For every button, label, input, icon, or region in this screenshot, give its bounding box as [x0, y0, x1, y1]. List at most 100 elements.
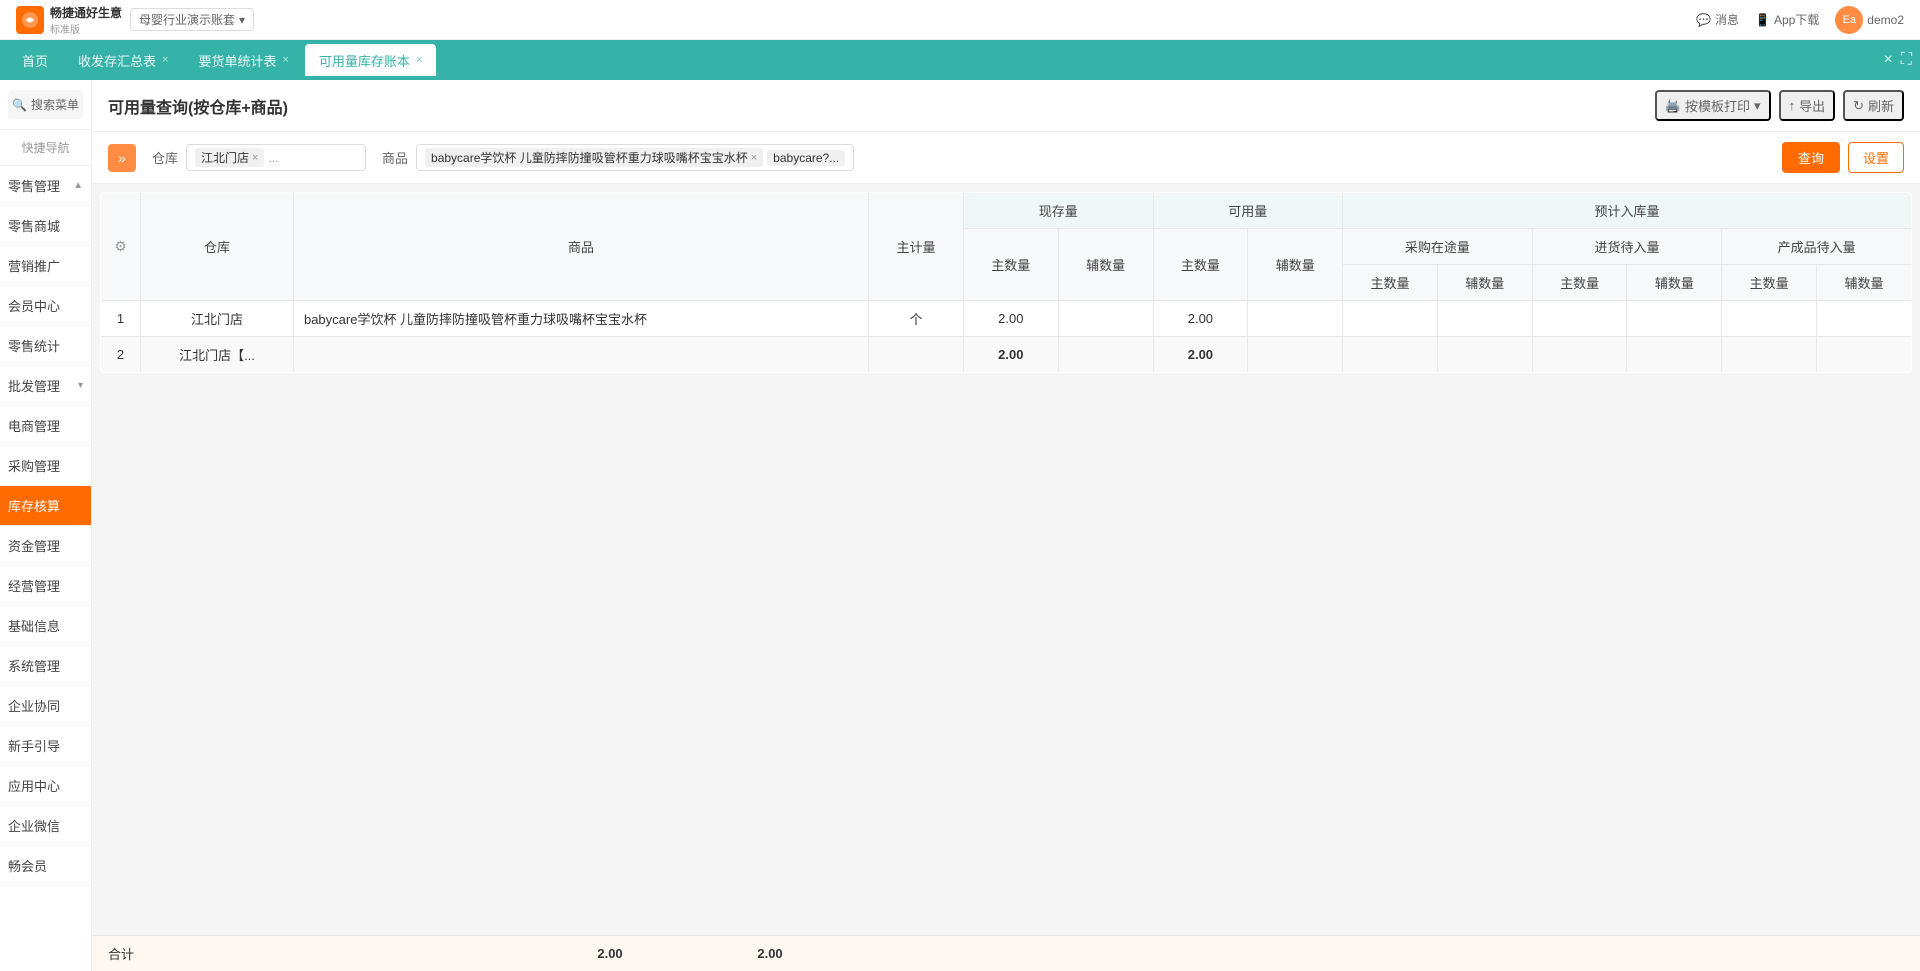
sidebar-item-basic-info[interactable]: 基础信息: [0, 606, 91, 646]
data-table: ⚙ 仓库 商品 主计量 现存量 可用量 预计入库量 主数量 辅数量 主数量 辅数…: [100, 192, 1912, 373]
brand-icon: [16, 6, 44, 34]
top-bar-left: 畅捷通好生意 标准版 母婴行业演示账套 ▾: [16, 4, 254, 36]
export-btn[interactable]: ↑ 导出: [1779, 90, 1836, 121]
sidebar-item-retail-mgmt[interactable]: 零售管理 ▲: [0, 166, 91, 206]
download-icon: 📱: [1755, 13, 1770, 27]
th-available-aux: 辅数量: [1248, 229, 1343, 301]
sidebar-item-retail-store[interactable]: 零售商城: [0, 206, 91, 246]
warehouse-filter-more[interactable]: ...: [268, 151, 278, 165]
td-production-aux-2: [1817, 337, 1912, 373]
sidebar-item-app-center[interactable]: 应用中心: [0, 766, 91, 806]
warehouse-filter: 仓库 江北门店 × ...: [152, 144, 366, 171]
th-settings[interactable]: ⚙: [101, 193, 141, 301]
app-download-action[interactable]: 📱 App下载: [1755, 11, 1819, 28]
product-tag-close-1[interactable]: ×: [751, 152, 757, 164]
th-purchase-aux: 辅数量: [1437, 265, 1532, 301]
refresh-icon: ↻: [1853, 98, 1864, 114]
td-available-aux-2: [1248, 337, 1343, 373]
sidebar-item-ecom-mgmt[interactable]: 电商管理: [0, 406, 91, 446]
filter-expand-btn[interactable]: »: [108, 144, 136, 172]
th-warehouse: 仓库: [141, 193, 294, 301]
td-seq-2: 2: [101, 337, 141, 373]
td-available-main-1: 2.00: [1153, 301, 1248, 337]
warehouse-tags[interactable]: 江北门店 × ...: [186, 144, 366, 171]
sidebar-item-enterprise-coop[interactable]: 企业协同: [0, 686, 91, 726]
query-button[interactable]: 查询: [1782, 142, 1840, 173]
td-current-main-1: 2.00: [963, 301, 1058, 337]
template-print-btn[interactable]: 🖨️ 按模板打印 ▾: [1655, 90, 1771, 121]
total-values-row: 2.00 2.00: [150, 946, 1904, 961]
td-purchase-main-2: [1343, 337, 1438, 373]
sidebar: 🔍 搜索菜单 快捷导航 零售管理 ▲ 零售商城 营销推广 会员中心 零售统计 批…: [0, 80, 92, 971]
table-row: 1 江北门店 babycare学饮杯 儿童防摔防撞吸管杯重力球吸嘴杯宝宝水杯 个…: [101, 301, 1912, 337]
sidebar-item-wholesale-mgmt[interactable]: 批发管理 ▾: [0, 366, 91, 406]
td-production-main-2: [1722, 337, 1817, 373]
table-container[interactable]: ⚙ 仓库 商品 主计量 现存量 可用量 预计入库量 主数量 辅数量 主数量 辅数…: [92, 184, 1920, 935]
th-main-unit: 主计量: [869, 193, 964, 301]
page-header-actions: 🖨️ 按模板打印 ▾ ↑ 导出 ↻ 刷新: [1655, 90, 1904, 131]
th-purchase-transit: 采购在途量: [1343, 229, 1533, 265]
sidebar-item-finance-mgmt[interactable]: 资金管理: [0, 526, 91, 566]
warehouse-tag-close[interactable]: ×: [252, 152, 258, 164]
filter-bar: » 仓库 江北门店 × ... 商品 babycare学饮杯 儿童防摔防撞吸管杯…: [92, 132, 1920, 184]
th-production-main: 主数量: [1722, 265, 1817, 301]
td-current-aux-1: [1058, 301, 1153, 337]
td-production-main-1: [1722, 301, 1817, 337]
industry-selector[interactable]: 母婴行业演示账套 ▾: [130, 8, 254, 31]
td-warehouse-1: 江北门店: [141, 301, 294, 337]
print-icon: 🖨️: [1665, 98, 1681, 114]
message-icon: 💬: [1696, 13, 1711, 27]
sidebar-item-retail-stats[interactable]: 零售统计: [0, 326, 91, 366]
tab-order-stats[interactable]: 要货单统计表 ×: [184, 44, 302, 76]
th-planned-in: 预计入库量: [1343, 193, 1912, 229]
th-current-aux: 辅数量: [1058, 229, 1153, 301]
brand-text: 畅捷通好生意 标准版: [50, 4, 122, 36]
chevron-down-icon: ▾: [239, 13, 245, 27]
tab-close-order-stats[interactable]: ×: [282, 54, 288, 66]
sidebar-item-marketing[interactable]: 营销推广: [0, 246, 91, 286]
product-tag-babycare: babycare学饮杯 儿童防摔防撞吸管杯重力球吸嘴杯宝宝水杯 ×: [425, 148, 763, 167]
th-incoming-pending: 进货待入量: [1532, 229, 1722, 265]
td-purchase-main-1: [1343, 301, 1438, 337]
td-current-aux-2: [1058, 337, 1153, 373]
sidebar-item-new-guide[interactable]: 新手引导: [0, 726, 91, 766]
total-label: 合计: [108, 944, 134, 963]
td-incoming-main-1: [1532, 301, 1627, 337]
product-tags[interactable]: babycare学饮杯 儿童防摔防撞吸管杯重力球吸嘴杯宝宝水杯 × babyca…: [416, 144, 854, 171]
sidebar-item-member-plus[interactable]: 畅会员: [0, 846, 91, 886]
refresh-btn[interactable]: ↻ 刷新: [1843, 90, 1904, 121]
th-purchase-main: 主数量: [1343, 265, 1438, 301]
search-menu-button[interactable]: 🔍 搜索菜单: [8, 90, 83, 119]
td-purchase-aux-2: [1437, 337, 1532, 373]
th-available: 可用量: [1153, 193, 1343, 229]
tab-close-all-btn[interactable]: ×: [1883, 51, 1892, 69]
top-bar-right: 💬 消息 📱 App下载 Ea demo2: [1696, 6, 1904, 34]
sidebar-item-system-mgmt[interactable]: 系统管理: [0, 646, 91, 686]
sidebar-search-section: 🔍 搜索菜单: [0, 80, 91, 130]
tab-receive-summary[interactable]: 收发存汇总表 ×: [64, 44, 182, 76]
tab-expand-btn[interactable]: ⛶: [1901, 51, 1912, 69]
chevron-icon-2: ▾: [78, 380, 83, 391]
tab-home[interactable]: 首页: [8, 44, 62, 76]
top-bar: 畅捷通好生意 标准版 母婴行业演示账套 ▾ 💬 消息 📱 App下载 Ea de…: [0, 0, 1920, 40]
sidebar-item-purchase-mgmt[interactable]: 采购管理: [0, 446, 91, 486]
sidebar-item-quick-nav[interactable]: 快捷导航: [0, 130, 91, 166]
td-purchase-aux-1: [1437, 301, 1532, 337]
th-product: 商品: [293, 193, 868, 301]
export-icon: ↑: [1789, 98, 1796, 113]
td-available-aux-1: [1248, 301, 1343, 337]
tab-close-receive-summary[interactable]: ×: [162, 54, 168, 66]
tab-close-available-stock[interactable]: ×: [416, 54, 422, 66]
sidebar-item-member[interactable]: 会员中心: [0, 286, 91, 326]
settings-button[interactable]: 设置: [1848, 142, 1904, 173]
sidebar-item-ops-mgmt[interactable]: 经营管理: [0, 566, 91, 606]
table-row: 2 江北门店【... 2.00 2.00: [101, 337, 1912, 373]
sidebar-item-stock-check[interactable]: 库存核算: [0, 486, 91, 526]
th-production-pending: 产成品待入量: [1722, 229, 1912, 265]
user-profile[interactable]: Ea demo2: [1835, 6, 1904, 34]
tab-available-stock[interactable]: 可用量库存账本 ×: [305, 44, 436, 76]
message-action[interactable]: 💬 消息: [1696, 11, 1739, 28]
product-tag-babycare2: babycare?...: [767, 150, 845, 166]
td-warehouse-2: 江北门店【...: [141, 337, 294, 373]
sidebar-item-enterprise-wechat[interactable]: 企业微信: [0, 806, 91, 846]
